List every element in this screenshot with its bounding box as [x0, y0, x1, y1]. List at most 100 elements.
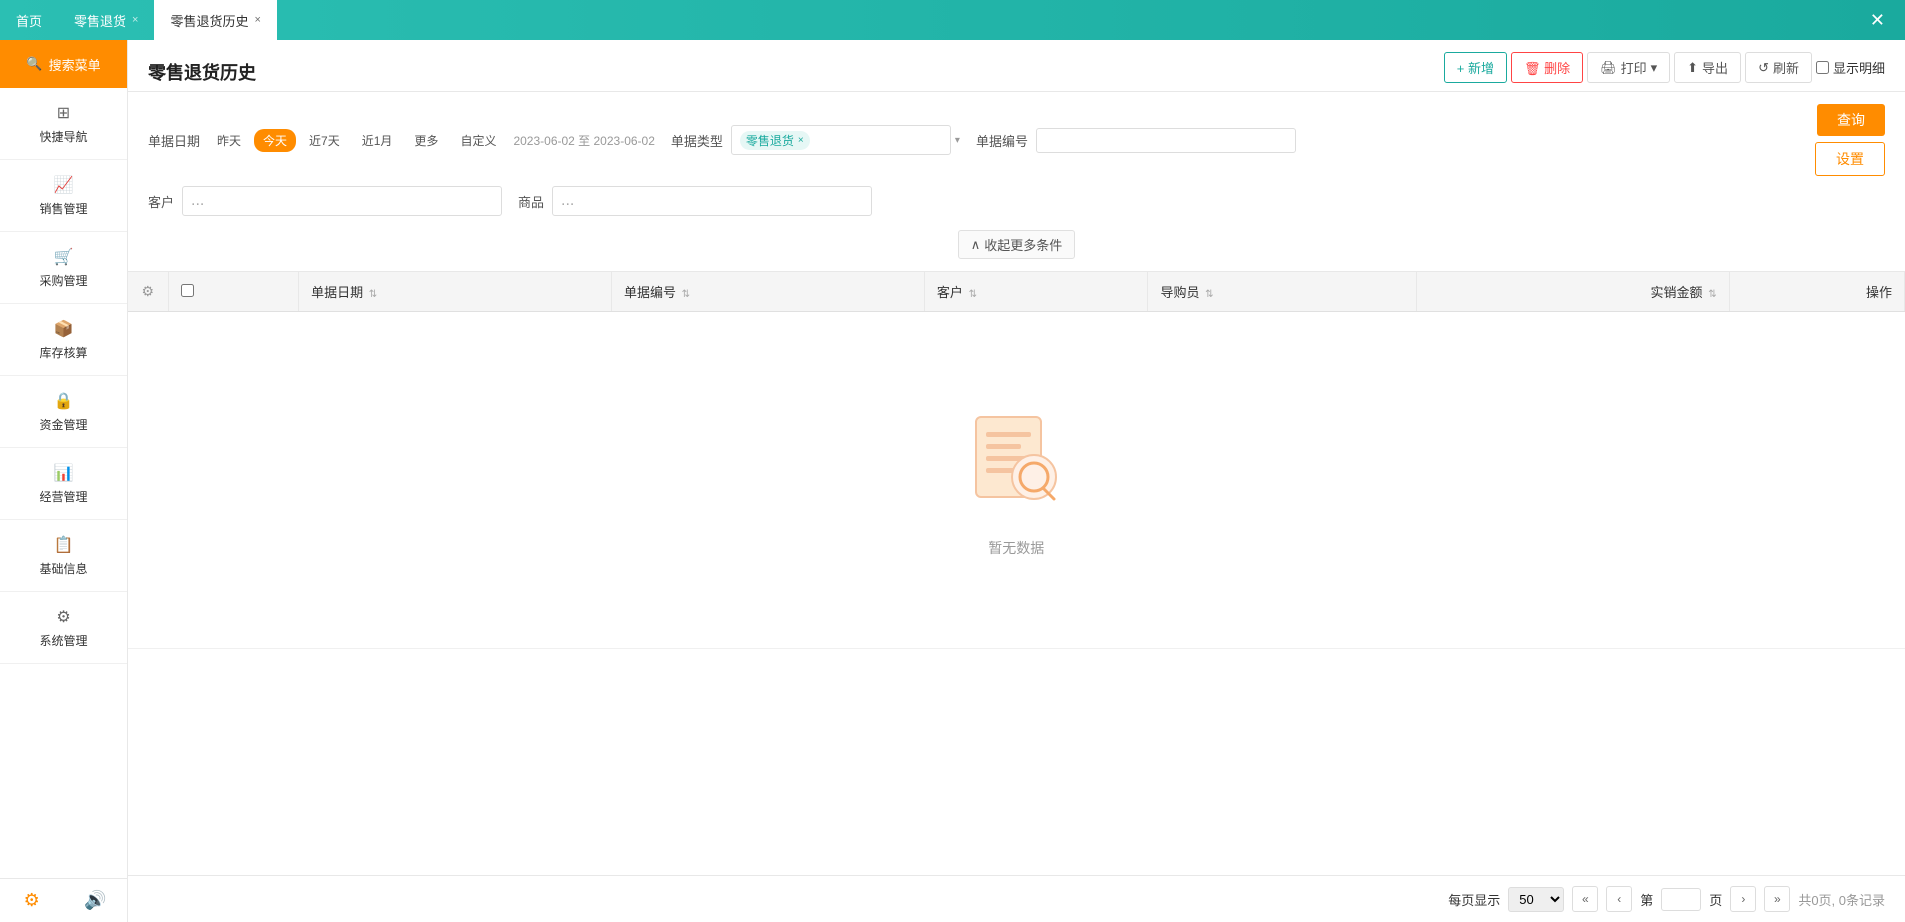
collapse-row: ∧ 收起更多条件: [148, 226, 1885, 259]
tab-bar: 首页 零售退货 × 零售退货历史 ×: [0, 0, 1850, 40]
quick-nav-icon: ⊞: [53, 102, 75, 124]
sidebar-item-sys-mgmt[interactable]: ⚙ 系统管理: [0, 592, 127, 664]
col-doc-date-label: 单据日期: [311, 285, 363, 300]
table-body: 暂无数据: [128, 312, 1905, 649]
sidebar-item-sales-label: 销售管理: [39, 200, 87, 217]
new-button[interactable]: + 新增: [1444, 52, 1507, 83]
date-range-text: 2023-06-02 至 2023-06-02: [513, 132, 654, 149]
date-btn-more[interactable]: 更多: [405, 129, 447, 152]
sidebar-item-operations-label: 经营管理: [39, 488, 87, 505]
col-customer: 客户 ⇅: [924, 272, 1148, 312]
empty-state: 暂无数据: [140, 322, 1893, 638]
col-actions: 操作: [1729, 272, 1904, 312]
date-btn-today[interactable]: 今天: [254, 129, 296, 152]
sidebar-item-inventory[interactable]: 📦 库存核算: [0, 304, 127, 376]
settings-button[interactable]: 设置: [1815, 142, 1885, 176]
prev-page-button[interactable]: ‹: [1606, 886, 1632, 912]
operations-icon: 📊: [53, 462, 75, 484]
table-header-row: ⚙ 单据日期 ⇅ 单据编号 ⇅: [128, 272, 1905, 312]
sidebar-settings-button[interactable]: ⚙: [0, 879, 64, 922]
sidebar-item-quick-nav-label: 快捷导航: [39, 128, 87, 145]
next-page-button[interactable]: ›: [1730, 886, 1756, 912]
tab-retail-return-history[interactable]: 零售退货历史 ×: [154, 0, 276, 40]
collapse-icon: ∧: [971, 237, 981, 253]
content-area: 零售退货历史 + 新增 🗑 删除 🖨 打印 ▾ ⬆ 导出 ↺ 刷新: [128, 40, 1905, 922]
col-doc-no-label: 单据编号: [624, 285, 676, 300]
print-label: 打印: [1621, 58, 1647, 77]
page-input[interactable]: 1: [1661, 888, 1701, 911]
print-chevron-icon: ▾: [1651, 60, 1658, 76]
date-range-buttons: 昨天 今天 近7天 近1月 更多 自定义: [208, 129, 505, 152]
date-btn-custom[interactable]: 自定义: [451, 129, 505, 152]
tab-retail-return-label: 零售退货: [74, 11, 126, 30]
filter-doc-no: 单据编号: [976, 128, 1296, 153]
tab-retail-return-history-close[interactable]: ×: [254, 14, 260, 26]
tab-retail-return-close[interactable]: ×: [132, 14, 138, 26]
col-doc-no-sort-icon[interactable]: ⇅: [682, 289, 690, 300]
page-title: 零售退货历史: [148, 59, 256, 85]
doc-no-input[interactable]: [1036, 128, 1296, 153]
search-menu-button[interactable]: 🔍 搜索菜单: [0, 40, 127, 88]
table-settings-icon[interactable]: ⚙: [141, 283, 154, 299]
export-button[interactable]: ⬆ 导出: [1674, 52, 1741, 83]
inventory-icon: 📦: [53, 318, 75, 340]
date-btn-yesterday[interactable]: 昨天: [208, 129, 250, 152]
first-page-button[interactable]: «: [1572, 886, 1598, 912]
page-size-select[interactable]: 50 20 100 200: [1508, 887, 1564, 912]
customer-ellipsis: ...: [191, 192, 204, 210]
goods-ellipsis: ...: [561, 192, 574, 210]
last-page-button[interactable]: »: [1764, 886, 1790, 912]
sidebar-item-basic-info[interactable]: 📋 基础信息: [0, 520, 127, 592]
date-btn-1month[interactable]: 近1月: [353, 129, 402, 152]
doc-type-tag: 零售退货 ×: [740, 131, 810, 150]
window-close-button[interactable]: ✕: [1850, 10, 1905, 31]
sidebar-item-sales-mgmt[interactable]: 📈 销售管理: [0, 160, 127, 232]
export-icon: ⬆: [1687, 60, 1698, 76]
tab-home[interactable]: 首页: [0, 0, 58, 40]
col-guide-sort-icon[interactable]: ⇅: [1205, 289, 1213, 300]
query-button[interactable]: 查询: [1817, 104, 1885, 136]
filter-customer: 客户 ...: [148, 186, 502, 216]
show-detail-label: 显示明细: [1833, 58, 1885, 77]
sidebar-item-basic-info-label: 基础信息: [39, 560, 87, 577]
select-all-checkbox[interactable]: [181, 284, 194, 297]
page-size-label: 每页显示: [1448, 890, 1500, 909]
toolbar: + 新增 🗑 删除 🖨 打印 ▾ ⬆ 导出 ↺ 刷新 显示明细: [1444, 52, 1885, 91]
empty-state-cell: 暂无数据: [128, 312, 1905, 649]
action-buttons: 查询 设置: [1815, 104, 1885, 176]
sidebar-item-purchase-mgmt[interactable]: 🛒 采购管理: [0, 232, 127, 304]
date-btn-7days[interactable]: 近7天: [300, 129, 349, 152]
tab-retail-return-history-label: 零售退货历史: [170, 11, 248, 30]
col-settings: ⚙: [128, 272, 168, 312]
refresh-label: 刷新: [1773, 58, 1799, 77]
page-label: 页: [1709, 890, 1722, 909]
col-doc-date-sort-icon[interactable]: ⇅: [369, 289, 377, 300]
delete-button[interactable]: 🗑 删除: [1511, 52, 1583, 83]
top-bar: 首页 零售退货 × 零售退货历史 × ✕: [0, 0, 1905, 40]
show-detail-checkbox[interactable]: [1816, 61, 1829, 74]
sidebar-item-operations[interactable]: 📊 经营管理: [0, 448, 127, 520]
sidebar-item-inventory-label: 库存核算: [39, 344, 87, 361]
search-menu-label: 搜索菜单: [49, 55, 101, 74]
goods-input[interactable]: ...: [552, 186, 872, 216]
show-detail-checkbox-label[interactable]: 显示明细: [1816, 58, 1885, 77]
doc-type-tag-close[interactable]: ×: [798, 135, 804, 146]
col-customer-sort-icon[interactable]: ⇅: [969, 289, 977, 300]
sidebar-item-quick-nav[interactable]: ⊞ 快捷导航: [0, 88, 127, 160]
col-doc-date: 单据日期 ⇅: [299, 272, 612, 312]
doc-type-input[interactable]: 零售退货 ×: [731, 125, 951, 155]
tab-retail-return[interactable]: 零售退货 ×: [58, 0, 154, 40]
export-label: 导出: [1702, 58, 1728, 77]
filter-area: 单据日期 昨天 今天 近7天 近1月 更多 自定义 2023-06-02 至 2…: [128, 92, 1905, 272]
customer-input[interactable]: ...: [182, 186, 502, 216]
sidebar-item-finance[interactable]: 🔒 资金管理: [0, 376, 127, 448]
sidebar-audio-button[interactable]: 🔊: [64, 879, 128, 922]
print-button[interactable]: 🖨 打印 ▾: [1587, 52, 1670, 83]
col-amount: 实销金额 ⇅: [1416, 272, 1729, 312]
refresh-button[interactable]: ↺ 刷新: [1745, 52, 1812, 83]
col-guide: 导购员 ⇅: [1148, 272, 1416, 312]
col-amount-sort-icon[interactable]: ⇅: [1708, 289, 1716, 300]
filter-goods: 商品 ...: [518, 186, 872, 216]
sidebar-item-sys-mgmt-label: 系统管理: [39, 632, 87, 649]
collapse-button[interactable]: ∧ 收起更多条件: [958, 230, 1076, 259]
